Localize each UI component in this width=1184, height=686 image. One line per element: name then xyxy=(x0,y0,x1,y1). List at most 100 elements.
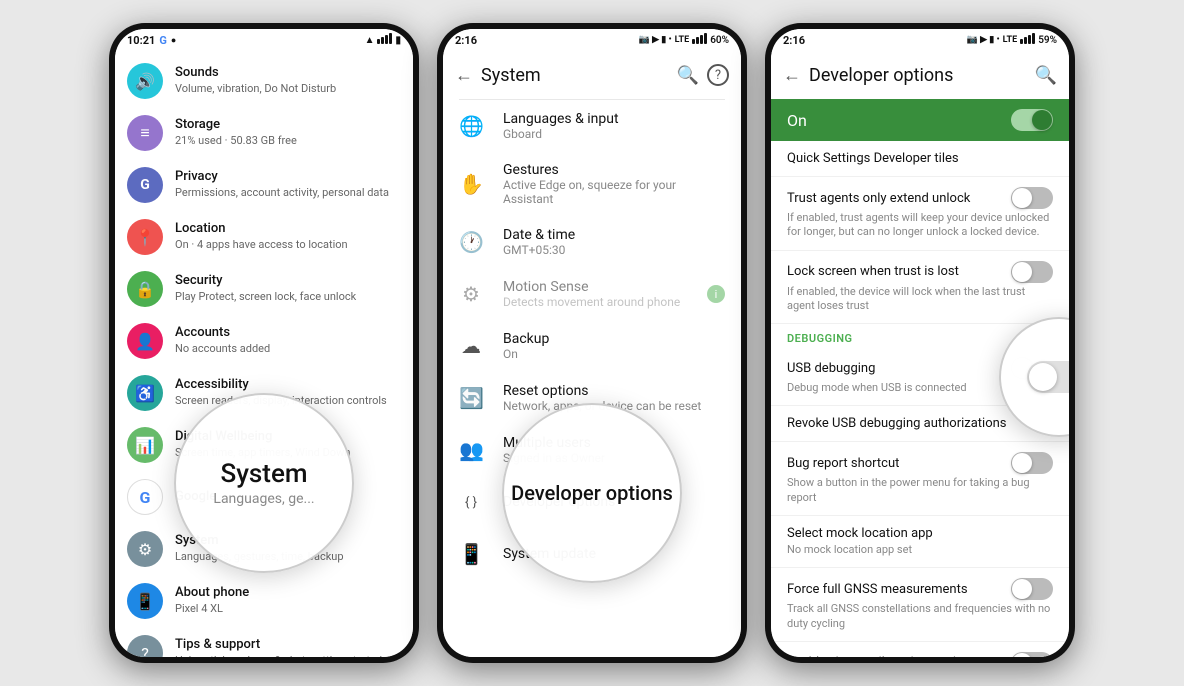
system-item-datetime[interactable]: 🕐 Date & time GMT+05:30 xyxy=(443,216,741,268)
dev-on-knob xyxy=(1032,110,1052,130)
status-bar-1: 10:21 G ● ▲ ▮ xyxy=(115,29,413,51)
accessibility-title: Accessibility xyxy=(175,377,401,394)
battery-pct-2: 60% xyxy=(710,35,729,46)
bug-report-title: Bug report shortcut xyxy=(787,456,1003,471)
signal-2 xyxy=(692,33,707,47)
motion-sub: Detects movement around phone xyxy=(503,295,687,309)
lock-screen-sub: If enabled, the device will lock when th… xyxy=(787,285,1053,314)
magnifier-dev-title: Developer options xyxy=(511,481,673,505)
system-item-languages[interactable]: 🌐 Languages & input Gboard xyxy=(443,100,741,152)
dev-item-gnss[interactable]: Force full GNSS measurements Track all G… xyxy=(771,568,1069,642)
settings-item-sounds[interactable]: 🔊 Sounds Volume, vibration, Do Not Distu… xyxy=(115,55,413,107)
dev-on-label: On xyxy=(787,111,807,130)
lock-screen-toggle[interactable] xyxy=(1011,261,1053,283)
settings-item-about[interactable]: 📱 About phone Pixel 4 XL xyxy=(115,575,413,627)
lock-screen-title: Lock screen when trust is lost xyxy=(787,264,1003,279)
status-bar-2: 2:16 📷 ▶ ▮ • LTE 60% xyxy=(443,29,741,51)
dev-item-trust-agents[interactable]: Trust agents only extend unlock If enabl… xyxy=(771,177,1069,251)
security-sub: Play Protect, screen lock, face unlock xyxy=(175,290,401,304)
trust-agents-knob xyxy=(1012,188,1032,208)
trust-agents-toggle[interactable] xyxy=(1011,187,1053,209)
about-icon: 📱 xyxy=(127,583,163,619)
settings-item-accounts[interactable]: 👤 Accounts No accounts added xyxy=(115,315,413,367)
about-title: About phone xyxy=(175,585,401,602)
dev-item-quick-settings[interactable]: Quick Settings Developer tiles xyxy=(771,141,1069,177)
search-button-2[interactable]: 🔍 xyxy=(677,65,699,86)
storage-text: Storage 21% used · 50.83 GB free xyxy=(175,117,401,148)
dev-item-bug-report[interactable]: Bug report shortcut Show a button in the… xyxy=(771,442,1069,516)
backup-icon: ☁ xyxy=(459,334,483,358)
languages-sub: Gboard xyxy=(503,127,725,141)
time-2: 2:16 xyxy=(455,34,477,47)
privacy-sub: Permissions, account activity, personal … xyxy=(175,186,401,200)
system-item-motion[interactable]: ⚙ Motion Sense Detects movement around p… xyxy=(443,268,741,320)
privacy-title: Privacy xyxy=(175,169,401,186)
accounts-text: Accounts No accounts added xyxy=(175,325,401,356)
bug-report-sub: Show a button in the power menu for taki… xyxy=(787,476,1053,505)
security-title: Security xyxy=(175,273,401,290)
accounts-title: Accounts xyxy=(175,325,401,342)
search-button-3[interactable]: 🔍 xyxy=(1035,65,1057,86)
datetime-text: Date & time GMT+05:30 xyxy=(503,227,725,257)
accounts-icon: 👤 xyxy=(127,323,163,359)
datetime-sub: GMT+05:30 xyxy=(503,243,725,257)
dev-item-mock-location[interactable]: Select mock location app No mock locatio… xyxy=(771,516,1069,568)
location-title: Location xyxy=(175,221,401,238)
time-1: 10:21 xyxy=(127,34,155,47)
lock-screen-knob xyxy=(1012,262,1032,282)
bug-report-toggle[interactable] xyxy=(1011,452,1053,474)
tips-text: Tips & support Help articles, phone & ch… xyxy=(175,637,401,657)
settings-item-location[interactable]: 📍 Location On · 4 apps have access to lo… xyxy=(115,211,413,263)
languages-icon: 🌐 xyxy=(459,114,483,138)
storage-icon: ≡ xyxy=(127,115,163,151)
about-sub: Pixel 4 XL xyxy=(175,602,401,616)
back-button-2[interactable]: ← xyxy=(455,65,473,86)
gnss-toggle[interactable] xyxy=(1011,578,1053,600)
privacy-text: Privacy Permissions, account activity, p… xyxy=(175,169,401,200)
mock-location-title: Select mock location app xyxy=(787,526,1053,541)
security-icon: 🔒 xyxy=(127,271,163,307)
dev-on-bar: On xyxy=(771,99,1069,141)
toolbar-title-3: Developer options xyxy=(809,65,1027,86)
magnifier-system-sub: Languages, ge... xyxy=(213,491,314,507)
storage-title: Storage xyxy=(175,117,401,134)
developer-icon: { } xyxy=(459,495,483,510)
gnss-knob xyxy=(1012,579,1032,599)
view-attr-knob xyxy=(1012,653,1032,657)
sounds-text: Sounds Volume, vibration, Do Not Disturb xyxy=(175,65,401,96)
revoke-usb-title: Revoke USB debugging authorizations xyxy=(787,416,1053,431)
settings-item-privacy[interactable]: G Privacy Permissions, account activity,… xyxy=(115,159,413,211)
quick-settings-title: Quick Settings Developer tiles xyxy=(787,151,1053,166)
usb-debugging-title: USB debugging xyxy=(787,361,1003,376)
motion-icon: ⚙ xyxy=(459,282,483,306)
location-icon: 📍 xyxy=(127,219,163,255)
trust-agents-title: Trust agents only extend unlock xyxy=(787,191,1003,206)
lte-icon-2: LTE xyxy=(675,35,690,45)
datetime-icon: 🕐 xyxy=(459,230,483,254)
phone-2: 2:16 📷 ▶ ▮ • LTE 60% ← System 🔍 ? 🌐 xyxy=(437,23,747,663)
status-right-2: 📷 ▶ ▮ • LTE 60% xyxy=(639,33,729,47)
help-button-2[interactable]: ? xyxy=(707,64,729,86)
settings-item-tips[interactable]: ? Tips & support Help articles, phone & … xyxy=(115,627,413,657)
dev-item-lock-screen[interactable]: Lock screen when trust is lost If enable… xyxy=(771,251,1069,325)
dev-item-view-attr[interactable]: Enable view attribute inspection xyxy=(771,642,1069,657)
gestures-title: Gestures xyxy=(503,162,725,178)
system-item-backup[interactable]: ☁ Backup On xyxy=(443,320,741,372)
settings-item-storage[interactable]: ≡ Storage 21% used · 50.83 GB free xyxy=(115,107,413,159)
motion-info-badge: i xyxy=(707,285,725,303)
system-item-gestures[interactable]: ✋ Gestures Active Edge on, squeeze for y… xyxy=(443,152,741,216)
dev-on-toggle[interactable] xyxy=(1011,109,1053,131)
time-3: 2:16 xyxy=(783,34,805,47)
battery-icon-1: ▮ xyxy=(395,35,401,46)
magnifier-system-title: System xyxy=(220,459,307,490)
dev-item-usb-debugging[interactable]: USB debugging Debug mode when USB is con… xyxy=(771,347,1069,406)
status-left-3: 2:16 xyxy=(783,34,805,47)
status-icons-2: 📷 ▶ ▮ • xyxy=(639,35,672,45)
digital-wellbeing-icon: 📊 xyxy=(127,427,163,463)
battery-pct-3: 59% xyxy=(1038,35,1057,46)
back-button-3[interactable]: ← xyxy=(783,65,801,86)
settings-item-security[interactable]: 🔒 Security Play Protect, screen lock, fa… xyxy=(115,263,413,315)
location-sub: On · 4 apps have access to location xyxy=(175,238,401,252)
backup-sub: On xyxy=(503,347,725,361)
view-attr-toggle[interactable] xyxy=(1011,652,1053,657)
